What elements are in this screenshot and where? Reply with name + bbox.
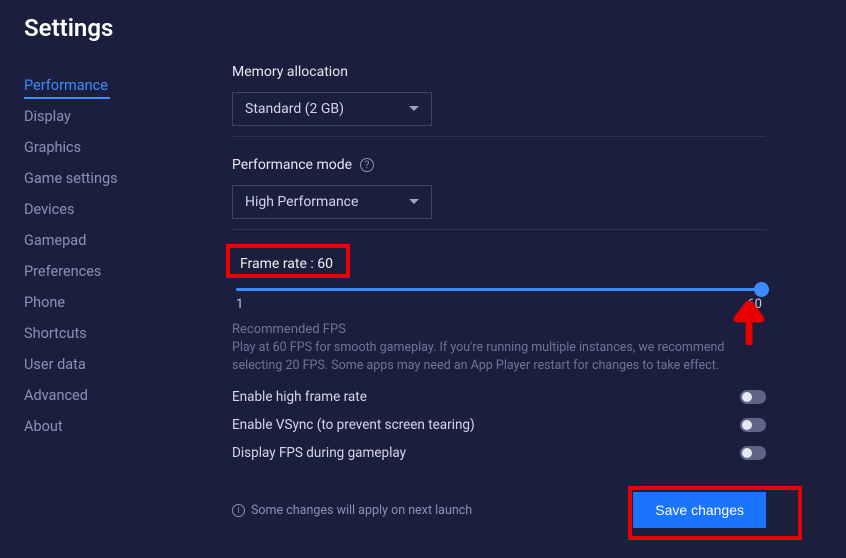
main-panel: Memory allocation Standard (2 GB) Perfor… [210,64,846,554]
sidebar-item-performance[interactable]: Performance [24,70,210,101]
slider-min: 1 [236,297,243,312]
toggle-vsync[interactable] [740,418,766,432]
sidebar-item-phone[interactable]: Phone [24,287,210,318]
sidebar-item-game-settings[interactable]: Game settings [24,163,210,194]
sidebar-item-about[interactable]: About [24,411,210,442]
sidebar-item-user-data[interactable]: User data [24,349,210,380]
divider [232,136,766,137]
memory-allocation-select[interactable]: Standard (2 GB) [232,92,432,126]
sidebar-item-gamepad[interactable]: Gamepad [24,225,210,256]
performance-mode-label: Performance mode ? [232,157,766,173]
info-icon: i [232,504,245,517]
sidebar-item-shortcuts[interactable]: Shortcuts [24,318,210,349]
recommended-fps-body: Play at 60 FPS for smooth gameplay. If y… [232,339,766,375]
toggle-display-fps[interactable] [740,446,766,460]
chevron-down-icon [409,106,419,112]
frame-rate-slider-thumb[interactable] [754,282,769,297]
performance-mode-select[interactable]: High Performance [232,185,432,219]
chevron-down-icon [409,199,419,205]
frame-rate-label: Frame rate : 60 [232,250,341,278]
sidebar-item-devices[interactable]: Devices [24,194,210,225]
frame-rate-slider[interactable] [236,288,762,291]
toggle-high-frame-rate[interactable] [740,390,766,404]
sidebar-item-display[interactable]: Display [24,101,210,132]
save-changes-button[interactable]: Save changes [633,492,766,528]
sidebar-item-advanced[interactable]: Advanced [24,380,210,411]
sidebar: Performance Display Graphics Game settin… [0,64,210,554]
toggle-label-vsync: Enable VSync (to prevent screen tearing) [232,417,475,433]
divider [232,229,766,230]
page-title: Settings [0,0,846,42]
recommended-fps-title: Recommended FPS [232,322,766,337]
sidebar-item-graphics[interactable]: Graphics [24,132,210,163]
toggle-label-high-frame-rate: Enable high frame rate [232,389,367,405]
sidebar-item-preferences[interactable]: Preferences [24,256,210,287]
slider-max: 60 [747,297,762,312]
memory-allocation-label: Memory allocation [232,64,766,80]
toggle-label-display-fps: Display FPS during gameplay [232,445,406,461]
performance-mode-value: High Performance [245,194,358,210]
footer-note: i Some changes will apply on next launch [232,503,472,518]
memory-allocation-value: Standard (2 GB) [245,101,344,117]
help-icon[interactable]: ? [360,158,374,172]
